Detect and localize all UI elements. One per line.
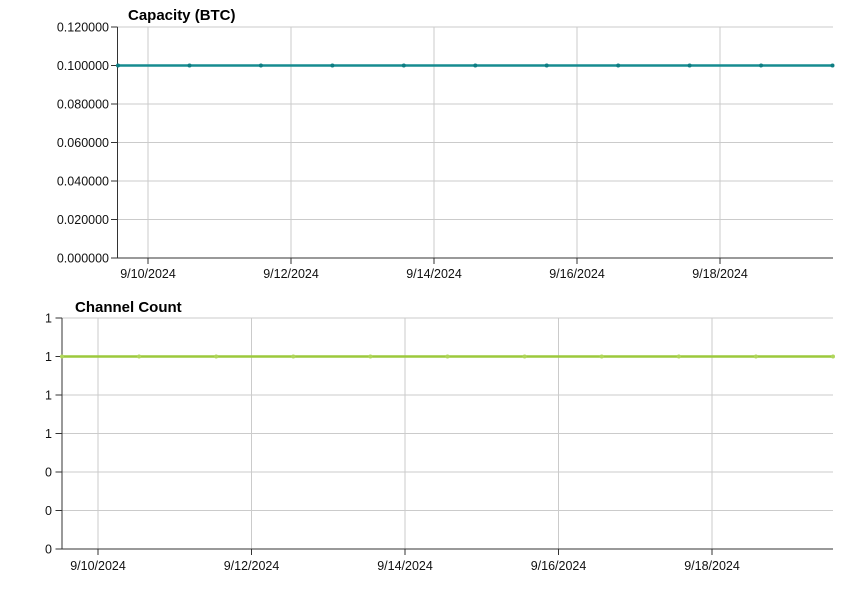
- capacity-chart-title: Capacity (BTC): [128, 7, 236, 24]
- channel-count-chart: Channel Count 1 1 1 1 0 0 0 9/10/2024 9/…: [45, 299, 835, 573]
- capacity-axes: [111, 26, 833, 264]
- channel-y-tick-labels: 1 1 1 1 0 0 0: [45, 312, 52, 557]
- y-tick-label: 0.100000: [57, 59, 109, 73]
- y-tick-label: 1: [45, 389, 52, 403]
- x-tick-label: 9/14/2024: [406, 267, 462, 281]
- capacity-y-tick-labels: 0.120000 0.100000 0.080000 0.060000 0.04…: [57, 21, 109, 266]
- capacity-chart: Capacity (BTC) 0.120000 0.100000 0.08000…: [57, 7, 835, 281]
- channel-count-chart-title: Channel Count: [75, 299, 182, 316]
- y-tick-label: 0.080000: [57, 98, 109, 112]
- x-tick-label: 9/16/2024: [549, 267, 605, 281]
- y-tick-label: 0.020000: [57, 213, 109, 227]
- y-tick-label: 0.040000: [57, 175, 109, 189]
- y-tick-label: 1: [45, 350, 52, 364]
- x-tick-label: 9/18/2024: [692, 267, 748, 281]
- capacity-x-tick-labels: 9/10/2024 9/12/2024 9/14/2024 9/16/2024 …: [120, 267, 748, 281]
- y-tick-label: 1: [45, 427, 52, 441]
- x-tick-label: 9/10/2024: [120, 267, 176, 281]
- y-tick-label: 1: [45, 312, 52, 326]
- dashboard-page: Capacity (BTC) 0.120000 0.100000 0.08000…: [0, 0, 860, 600]
- capacity-gridlines: [117, 26, 833, 258]
- x-tick-label: 9/12/2024: [224, 559, 280, 573]
- charts-canvas: Capacity (BTC) 0.120000 0.100000 0.08000…: [45, 7, 835, 573]
- channel-gridlines: [62, 317, 833, 549]
- y-tick-label: 0.060000: [57, 136, 109, 150]
- y-tick-label: 0: [45, 543, 52, 557]
- channel-x-tick-labels: 9/10/2024 9/12/2024 9/14/2024 9/16/2024 …: [70, 559, 740, 573]
- x-tick-label: 9/12/2024: [263, 267, 319, 281]
- channel-axes: [55, 317, 833, 555]
- y-tick-label: 0.000000: [57, 252, 109, 266]
- x-tick-label: 9/16/2024: [531, 559, 587, 573]
- y-tick-label: 0.120000: [57, 21, 109, 35]
- y-tick-label: 0: [45, 466, 52, 480]
- y-tick-label: 0: [45, 504, 52, 518]
- x-tick-label: 9/10/2024: [70, 559, 126, 573]
- x-tick-label: 9/14/2024: [377, 559, 433, 573]
- x-tick-label: 9/18/2024: [684, 559, 740, 573]
